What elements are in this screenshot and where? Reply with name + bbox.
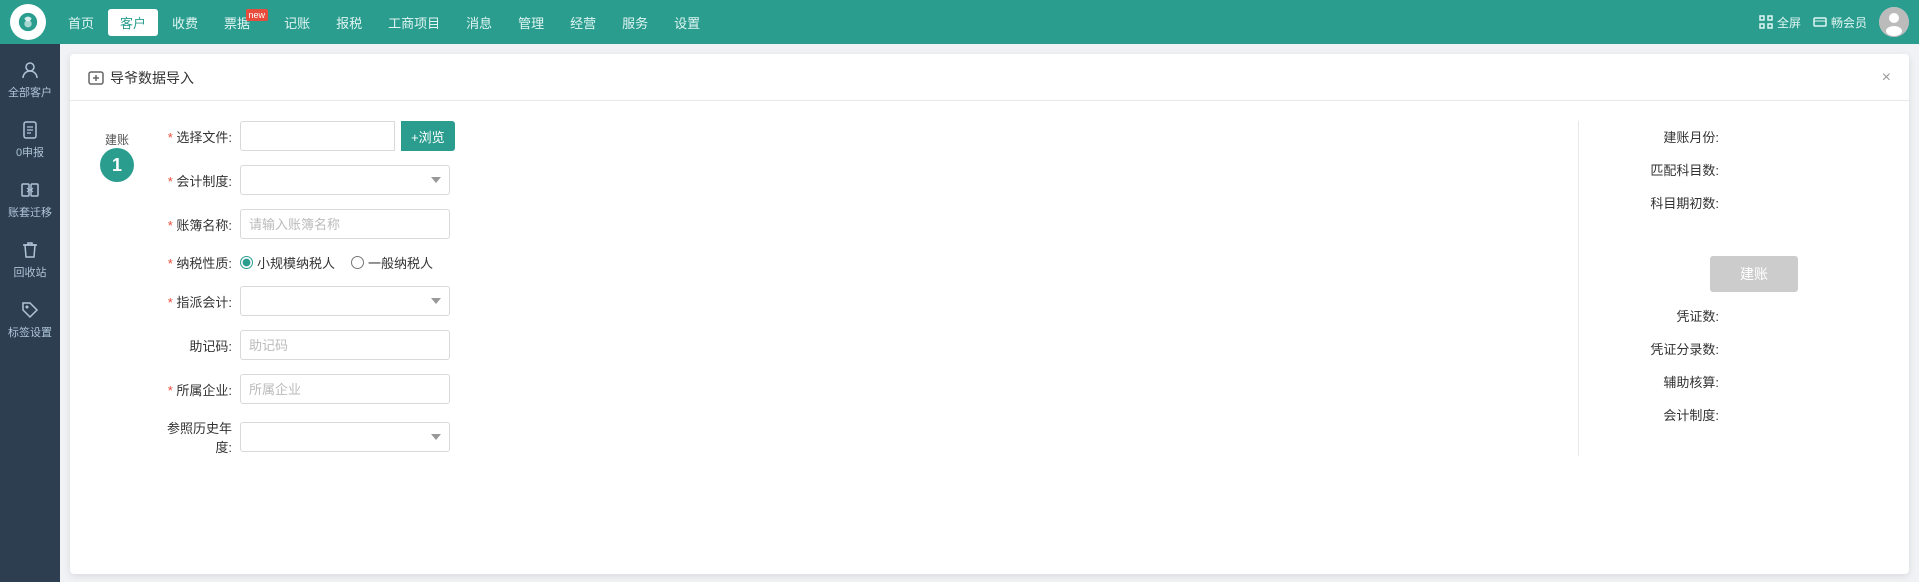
- form-section: 建账 1 选择文件: +浏览: [100, 121, 1558, 456]
- main-layout: 全部客户 0申报 账套迁移 回收站: [0, 44, 1919, 582]
- migrate-icon: [20, 180, 40, 200]
- voucher-entries-label: 凭证分录数:: [1629, 339, 1719, 358]
- fullscreen-button[interactable]: 全屏: [1759, 14, 1801, 31]
- nav-tax[interactable]: 报税: [324, 9, 374, 36]
- info-row-voucher-entries: 凭证分录数:: [1629, 339, 1879, 358]
- build-btn-container: 建账: [1629, 246, 1879, 292]
- step-indicator: 建账 1: [100, 121, 134, 182]
- aux-accounting-label: 辅助核算:: [1629, 372, 1719, 391]
- sidebar-item-trash[interactable]: 回收站: [0, 232, 60, 288]
- tag-icon: [20, 300, 40, 320]
- form-row-assign-accountant: 指派会计:: [164, 286, 1558, 316]
- main-content: 导爷数据导入 × 建账 1: [60, 44, 1919, 582]
- account-system-select[interactable]: [240, 165, 450, 195]
- form-section-inner: 建账 1 选择文件: +浏览: [100, 121, 1558, 456]
- account-name-input[interactable]: [240, 209, 450, 239]
- dialog-close-button[interactable]: ×: [1882, 70, 1891, 86]
- user-avatar[interactable]: [1879, 7, 1909, 37]
- trash-icon: [20, 240, 40, 260]
- step-circle: 1: [100, 148, 134, 182]
- sidebar: 全部客户 0申报 账套迁移 回收站: [0, 44, 60, 582]
- info-section: 建账月份: 匹配科目数: 科目期初数: 建账: [1599, 121, 1879, 456]
- section-divider: [1578, 121, 1579, 456]
- accounting-system-label: 会计制度:: [1629, 405, 1719, 424]
- vouchers-label: 凭证数:: [1629, 306, 1719, 325]
- radio-small-input[interactable]: [240, 256, 253, 269]
- info-row-vouchers: 凭证数:: [1629, 306, 1879, 325]
- tax-type-label: 纳税性质:: [164, 253, 232, 272]
- nav-invoices[interactable]: 票据 new: [212, 9, 270, 36]
- dialog-card: 导爷数据导入 × 建账 1: [70, 54, 1909, 574]
- import-icon: [88, 70, 104, 86]
- nav-finance[interactable]: 经营: [558, 9, 608, 36]
- nav-messages[interactable]: 消息: [454, 9, 504, 36]
- radio-small-taxpayer[interactable]: 小规模纳税人: [240, 253, 335, 272]
- file-icon: [20, 120, 40, 140]
- form-row-memo-code: 助记码:: [164, 330, 1558, 360]
- nav-settings[interactable]: 设置: [662, 9, 712, 36]
- form-row-reference-year: 参照历史年度:: [164, 418, 1558, 456]
- file-input[interactable]: [240, 121, 395, 151]
- info-row-subjects-initial: 科目期初数:: [1629, 193, 1879, 212]
- nav-billing[interactable]: 收费: [160, 9, 210, 36]
- reference-year-select[interactable]: [240, 422, 450, 452]
- app-logo: [10, 4, 46, 40]
- subjects-initial-label: 科目期初数:: [1629, 193, 1719, 212]
- fields-container: 选择文件: +浏览 会计制度:: [164, 121, 1558, 456]
- nav-items: 首页 客户 收费 票据 new 记账 报税 工商项目 消息 管理 经营 服务 设…: [56, 9, 1759, 36]
- sidebar-item-all-clients[interactable]: 全部客户: [0, 52, 60, 108]
- nav-ledger[interactable]: 记账: [272, 9, 322, 36]
- sidebar-item-account-migrate[interactable]: 账套迁移: [0, 172, 60, 228]
- dialog-title: 导爷数据导入: [88, 68, 194, 88]
- vip-button[interactable]: 畅会员: [1813, 14, 1867, 31]
- person-icon: [20, 60, 40, 80]
- nav-right: 全屏 畅会员: [1759, 7, 1909, 37]
- file-row: +浏览: [240, 121, 455, 151]
- build-month-label: 建账月份:: [1629, 127, 1719, 146]
- new-badge: new: [246, 9, 269, 22]
- account-name-label: 账簿名称:: [164, 215, 232, 234]
- form-row-affiliated-company: 所属企业:: [164, 374, 1558, 404]
- sidebar-item-tag-settings[interactable]: 标签设置: [0, 292, 60, 348]
- form-row-account-system: 会计制度:: [164, 165, 1558, 195]
- radio-general-input[interactable]: [351, 256, 364, 269]
- nav-business[interactable]: 工商项目: [376, 9, 452, 36]
- build-account-button[interactable]: 建账: [1710, 256, 1798, 292]
- form-row-file: 选择文件: +浏览: [164, 121, 1558, 151]
- top-navigation: 首页 客户 收费 票据 new 记账 报税 工商项目 消息 管理 经营 服务 设…: [0, 0, 1919, 44]
- nav-manage[interactable]: 管理: [506, 9, 556, 36]
- form-row-tax-type: 纳税性质: 小规模纳税人 一般纳税人: [164, 253, 1558, 272]
- sidebar-item-declaration[interactable]: 0申报: [0, 112, 60, 168]
- nav-clients[interactable]: 客户: [108, 9, 158, 36]
- nav-home[interactable]: 首页: [56, 9, 106, 36]
- radio-general-taxpayer[interactable]: 一般纳税人: [351, 253, 433, 272]
- form-row-account-name: 账簿名称:: [164, 209, 1558, 239]
- affiliated-company-label: 所属企业:: [164, 380, 232, 399]
- info-row-build-month: 建账月份:: [1629, 127, 1879, 146]
- affiliated-company-input[interactable]: [240, 374, 450, 404]
- tax-type-radio-group: 小规模纳税人 一般纳税人: [240, 253, 433, 272]
- info-row-accounting-system: 会计制度:: [1629, 405, 1879, 424]
- assign-accountant-label: 指派会计:: [164, 292, 232, 311]
- match-subjects-label: 匹配科目数:: [1629, 160, 1719, 179]
- account-system-label: 会计制度:: [164, 171, 232, 190]
- assign-accountant-select[interactable]: [240, 286, 450, 316]
- memo-code-label: 助记码:: [164, 336, 232, 355]
- reference-year-label: 参照历史年度:: [164, 418, 232, 456]
- browse-button[interactable]: +浏览: [401, 121, 455, 151]
- dialog-header: 导爷数据导入 ×: [70, 54, 1909, 101]
- file-label: 选择文件:: [164, 127, 232, 146]
- memo-code-input[interactable]: [240, 330, 450, 360]
- dialog-body: 建账 1 选择文件: +浏览: [70, 101, 1909, 476]
- info-row-match-subjects: 匹配科目数:: [1629, 160, 1879, 179]
- info-row-aux-accounting: 辅助核算:: [1629, 372, 1879, 391]
- nav-service[interactable]: 服务: [610, 9, 660, 36]
